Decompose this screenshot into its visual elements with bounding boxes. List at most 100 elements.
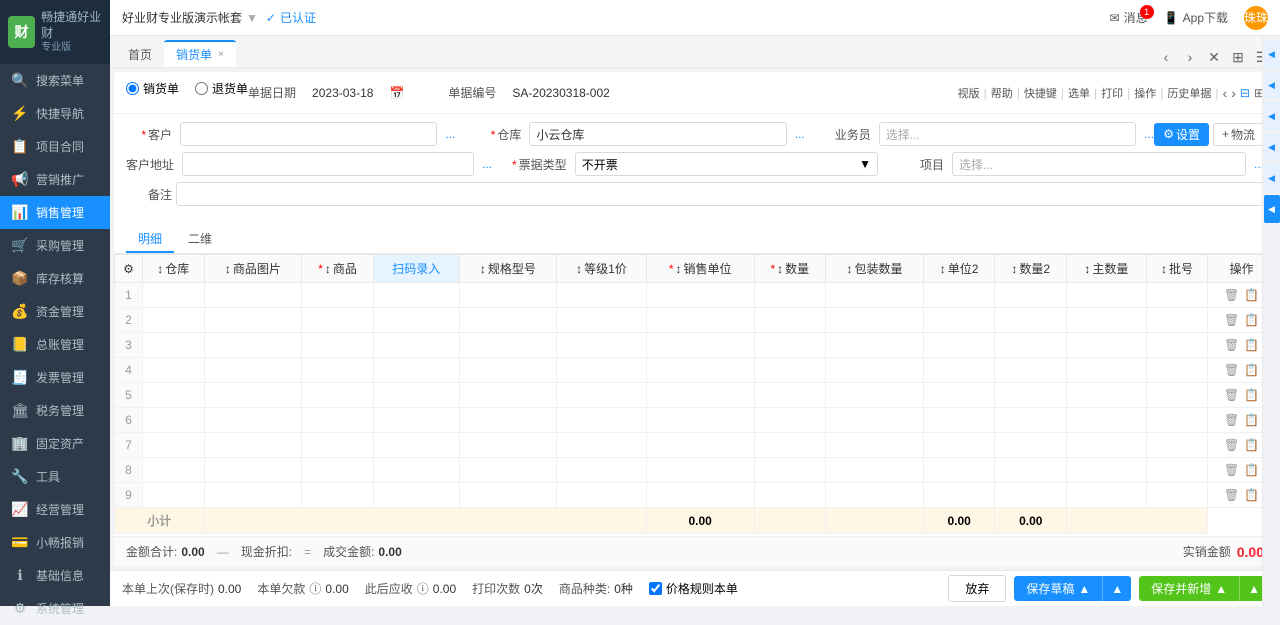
tab-detail[interactable]: 明细 <box>126 226 174 253</box>
cell-price1-2[interactable] <box>557 308 647 333</box>
right-panel-btn-5[interactable]: ◀ <box>1264 164 1280 192</box>
sidebar-item-14[interactable]: 💳小畅报销 <box>0 526 110 559</box>
cell-product-4[interactable] <box>302 358 374 383</box>
cell-batch-3[interactable] <box>1146 333 1208 358</box>
cell-packqty-1[interactable] <box>826 283 924 308</box>
cell-qty-2[interactable] <box>754 308 826 333</box>
radio-return-input[interactable] <box>195 82 208 95</box>
company-selector[interactable]: 好业财专业版演示帐套 ▼ <box>122 9 258 26</box>
cell-mainqty-8[interactable] <box>1067 458 1147 483</box>
copy-row-3[interactable]: 📋 <box>1244 337 1260 353</box>
sidebar-item-9[interactable]: 🧾发票管理 <box>0 361 110 394</box>
copy-row-6[interactable]: 📋 <box>1244 412 1260 428</box>
cell-img-2[interactable] <box>204 308 302 333</box>
nav-grid-icon[interactable]: ⊞ <box>1228 47 1248 67</box>
cell-product-6[interactable] <box>302 408 374 433</box>
sidebar-item-3[interactable]: 📢营销推广 <box>0 163 110 196</box>
cell-qty-9[interactable] <box>754 483 826 508</box>
cell-spec-7[interactable] <box>459 433 557 458</box>
cell-qty2-6[interactable] <box>995 408 1067 433</box>
date-value[interactable]: 2023-03-18 <box>312 86 373 100</box>
delete-row-4[interactable]: 🗑 <box>1224 362 1240 378</box>
save-new-button[interactable]: 保存并新增 ▲ <box>1139 576 1239 601</box>
radio-sale-input[interactable] <box>126 82 139 95</box>
cell-mainqty-4[interactable] <box>1067 358 1147 383</box>
cell-qty2-3[interactable] <box>995 333 1067 358</box>
cell-qty-7[interactable] <box>754 433 826 458</box>
right-panel-btn-1[interactable]: ◀ <box>1264 40 1280 68</box>
cell-img-5[interactable] <box>204 383 302 408</box>
save-draft-dropdown[interactable]: ▲ <box>1102 576 1131 601</box>
cell-unit-8[interactable] <box>646 458 754 483</box>
right-panel-btn-3[interactable]: ◀ <box>1264 102 1280 130</box>
cell-spec-8[interactable] <box>459 458 557 483</box>
toolbar-print[interactable]: 打印 <box>1101 85 1123 101</box>
cell-unit-2[interactable] <box>646 308 754 333</box>
sidebar-item-13[interactable]: 📈经营管理 <box>0 493 110 526</box>
cell-warehouse-1[interactable] <box>143 283 205 308</box>
cell-unit2-1[interactable] <box>923 283 995 308</box>
cell-price1-4[interactable] <box>557 358 647 383</box>
cell-warehouse-6[interactable] <box>143 408 205 433</box>
cell-qty-5[interactable] <box>754 383 826 408</box>
cell-warehouse-4[interactable] <box>143 358 205 383</box>
cell-unit2-2[interactable] <box>923 308 995 333</box>
cell-mainqty-1[interactable] <box>1067 283 1147 308</box>
sidebar-item-6[interactable]: 📦库存核算 <box>0 262 110 295</box>
copy-row-8[interactable]: 📋 <box>1244 462 1260 478</box>
copy-row-9[interactable]: 📋 <box>1244 487 1260 503</box>
messages-button[interactable]: ✉ 消息 1 <box>1110 9 1148 26</box>
cell-product-1[interactable] <box>302 283 374 308</box>
cell-unit2-8[interactable] <box>923 458 995 483</box>
project-input[interactable]: 选择... <box>952 152 1246 176</box>
cell-warehouse-3[interactable] <box>143 333 205 358</box>
copy-row-1[interactable]: 📋 <box>1244 287 1260 303</box>
delete-row-6[interactable]: 🗑 <box>1224 412 1240 428</box>
cell-price1-8[interactable] <box>557 458 647 483</box>
delete-row-2[interactable]: 🗑 <box>1224 312 1240 328</box>
delete-row-7[interactable]: 🗑 <box>1224 437 1240 453</box>
copy-row-2[interactable]: 📋 <box>1244 312 1260 328</box>
cell-unit2-4[interactable] <box>923 358 995 383</box>
cell-price1-9[interactable] <box>557 483 647 508</box>
remark-input[interactable] <box>176 182 1264 206</box>
cell-mainqty-9[interactable] <box>1067 483 1147 508</box>
th-scan[interactable]: 扫码录入 <box>373 255 459 283</box>
cell-packqty-3[interactable] <box>826 333 924 358</box>
customer-input[interactable] <box>180 122 437 146</box>
sidebar-item-12[interactable]: 🔧工具 <box>0 460 110 493</box>
toolbar-shortcut[interactable]: 快捷键 <box>1024 85 1057 101</box>
cell-packqty-4[interactable] <box>826 358 924 383</box>
calendar-icon[interactable]: 📅 <box>389 86 404 100</box>
cell-mainqty-7[interactable] <box>1067 433 1147 458</box>
stock-button[interactable]: +物流 <box>1213 123 1264 146</box>
abandon-button[interactable]: 放弃 <box>948 575 1006 602</box>
cell-qty2-5[interactable] <box>995 383 1067 408</box>
sidebar-item-1[interactable]: ⚡快捷导航 <box>0 97 110 130</box>
cell-price1-1[interactable] <box>557 283 647 308</box>
cell-spec-9[interactable] <box>459 483 557 508</box>
cell-batch-1[interactable] <box>1146 283 1208 308</box>
cell-unit-3[interactable] <box>646 333 754 358</box>
cell-unit2-5[interactable] <box>923 383 995 408</box>
toolbar-help[interactable]: 帮助 <box>991 85 1013 101</box>
cell-batch-8[interactable] <box>1146 458 1208 483</box>
tab-close-icon[interactable]: × <box>218 49 224 60</box>
cell-scan-2[interactable] <box>373 308 459 333</box>
toolbar-history[interactable]: 历史单据 <box>1167 85 1211 101</box>
cell-packqty-7[interactable] <box>826 433 924 458</box>
radio-sale[interactable]: 销货单 <box>126 80 179 97</box>
toolbar-ops[interactable]: 操作 <box>1134 85 1156 101</box>
cell-warehouse-5[interactable] <box>143 383 205 408</box>
cell-mainqty-3[interactable] <box>1067 333 1147 358</box>
cell-product-8[interactable] <box>302 458 374 483</box>
ticket-select[interactable]: 不开票 ▼ <box>575 152 878 176</box>
right-panel-btn-2[interactable]: ◀ <box>1264 71 1280 99</box>
cell-qty2-8[interactable] <box>995 458 1067 483</box>
cell-batch-4[interactable] <box>1146 358 1208 383</box>
right-panel-btn-4[interactable]: ◀ <box>1264 133 1280 161</box>
tab-2d[interactable]: 二维 <box>176 226 224 253</box>
cell-spec-6[interactable] <box>459 408 557 433</box>
salesperson-picker-icon[interactable]: ... <box>1144 127 1154 141</box>
toolbar-grid-a[interactable]: ⊟ <box>1240 86 1250 100</box>
